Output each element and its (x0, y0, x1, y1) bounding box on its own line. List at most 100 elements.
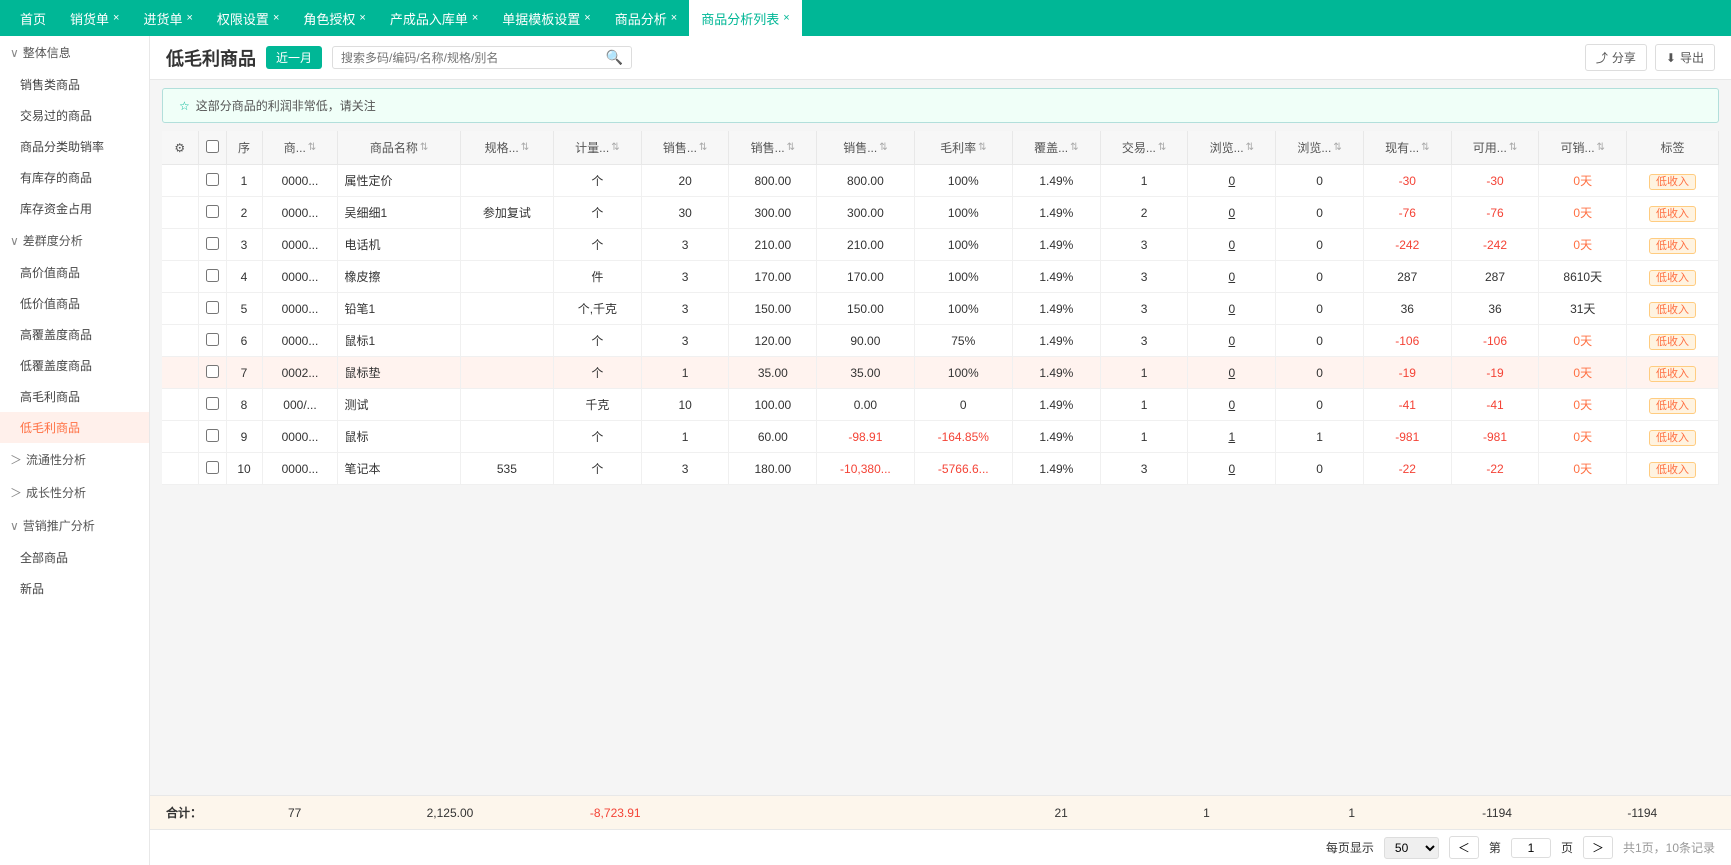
col-available[interactable]: 可用...⇅ (1451, 131, 1539, 165)
search-input[interactable] (341, 51, 606, 65)
nav-analysis[interactable]: 商品分析 × (603, 0, 689, 36)
nav-permission-close[interactable]: × (273, 12, 279, 24)
row-checkbox[interactable] (198, 197, 226, 229)
sort-icon-coverage[interactable]: ⇅ (1070, 142, 1078, 153)
nav-sales-close[interactable]: × (113, 12, 119, 24)
prev-page-button[interactable]: ＜ (1449, 836, 1479, 859)
sidebar-item-in-stock[interactable]: 有库存的商品 (0, 162, 149, 193)
row-view1[interactable]: 0 (1188, 453, 1276, 485)
page-number-input[interactable] (1511, 838, 1551, 858)
nav-role[interactable]: 角色授权 × (291, 0, 377, 36)
row-checkbox[interactable] (198, 421, 226, 453)
row-view1[interactable]: 1 (1188, 421, 1276, 453)
sort-icon-profit[interactable]: ⇅ (879, 142, 887, 153)
sidebar-item-low-value[interactable]: 低价值商品 (0, 288, 149, 319)
nav-product-in-close[interactable]: × (472, 12, 478, 24)
col-coverage[interactable]: 覆盖...⇅ (1012, 131, 1100, 165)
nav-sales[interactable]: 销货单 × (58, 0, 131, 36)
row-name[interactable]: 测试 (338, 389, 460, 421)
col-amount[interactable]: 销售...⇅ (729, 131, 817, 165)
sidebar-group-overall[interactable]: ∨ 整体信息 (0, 36, 149, 69)
sidebar-item-high-margin[interactable]: 高毛利商品 (0, 381, 149, 412)
date-filter-button[interactable]: 近一月 (266, 46, 322, 69)
row-name[interactable]: 鼠标垫 (338, 357, 460, 389)
col-view2[interactable]: 浏览...⇅ (1276, 131, 1364, 165)
row-name[interactable]: 橡皮擦 (338, 261, 460, 293)
col-trade[interactable]: 交易...⇅ (1100, 131, 1188, 165)
row-checkbox[interactable] (198, 389, 226, 421)
col-checkbox-all[interactable] (198, 131, 226, 165)
sort-icon-unit[interactable]: ⇅ (611, 142, 619, 153)
table-container[interactable]: ⚙ 序 商...⇅ 商品名称⇅ 规格...⇅ 计量...⇅ 销售...⇅ 销售.… (150, 131, 1731, 795)
sidebar-group-diff-analysis[interactable]: ∨ 差群度分析 (0, 224, 149, 257)
col-spec[interactable]: 规格...⇅ (460, 131, 553, 165)
col-current[interactable]: 现有...⇅ (1363, 131, 1451, 165)
row-name[interactable]: 鼠标1 (338, 325, 460, 357)
sidebar-item-high-coverage[interactable]: 高覆盖度商品 (0, 319, 149, 350)
nav-template-close[interactable]: × (584, 12, 590, 24)
sidebar-group-growth[interactable]: ＞ 成长性分析 (0, 476, 149, 509)
row-checkbox[interactable] (198, 261, 226, 293)
row-name[interactable]: 鼠标 (338, 421, 460, 453)
sidebar-group-flow[interactable]: ＞ 流通性分析 (0, 443, 149, 476)
sort-icon-qty[interactable]: ⇅ (699, 142, 707, 153)
sidebar-item-new-goods[interactable]: 新品 (0, 573, 149, 604)
col-profit[interactable]: 销售...⇅ (817, 131, 914, 165)
row-checkbox[interactable] (198, 165, 226, 197)
share-button[interactable]: ⤴ 分享 (1585, 44, 1647, 71)
row-view1[interactable]: 0 (1188, 389, 1276, 421)
nav-permission[interactable]: 权限设置 × (205, 0, 291, 36)
col-code[interactable]: 商...⇅ (262, 131, 338, 165)
sidebar-item-traded-goods[interactable]: 交易过的商品 (0, 100, 149, 131)
sort-icon-code[interactable]: ⇅ (308, 142, 316, 153)
sidebar-item-low-coverage[interactable]: 低覆盖度商品 (0, 350, 149, 381)
row-name[interactable]: 铅笔1 (338, 293, 460, 325)
next-page-button[interactable]: ＞ (1583, 836, 1613, 859)
row-view1[interactable]: 0 (1188, 197, 1276, 229)
sidebar-item-high-value[interactable]: 高价值商品 (0, 257, 149, 288)
sort-icon-spec[interactable]: ⇅ (521, 142, 529, 153)
sort-icon-current[interactable]: ⇅ (1421, 142, 1429, 153)
sort-icon-view1[interactable]: ⇅ (1246, 142, 1254, 153)
col-saleable[interactable]: 可销...⇅ (1539, 131, 1627, 165)
col-view1[interactable]: 浏览...⇅ (1188, 131, 1276, 165)
row-view1[interactable]: 0 (1188, 261, 1276, 293)
page-size-select[interactable]: 50 100 200 (1384, 837, 1439, 859)
sidebar-item-all-goods[interactable]: 全部商品 (0, 542, 149, 573)
sort-icon-available[interactable]: ⇅ (1509, 142, 1517, 153)
row-view1[interactable]: 0 (1188, 357, 1276, 389)
nav-home[interactable]: 首页 (8, 0, 58, 36)
settings-icon[interactable]: ⚙ (174, 141, 185, 155)
row-name[interactable]: 笔记本 (338, 453, 460, 485)
col-settings[interactable]: ⚙ (162, 131, 198, 165)
sort-icon-saleable[interactable]: ⇅ (1597, 142, 1605, 153)
sidebar-item-category-rate[interactable]: 商品分类助销率 (0, 131, 149, 162)
sort-icon-amount[interactable]: ⇅ (787, 142, 795, 153)
export-button[interactable]: ⬇ 导出 (1655, 44, 1715, 71)
nav-analysis-list-close[interactable]: × (783, 12, 789, 24)
row-view1[interactable]: 0 (1188, 293, 1276, 325)
col-margin[interactable]: 毛利率⇅ (914, 131, 1012, 165)
row-name[interactable]: 属性定价 (338, 165, 460, 197)
row-checkbox[interactable] (198, 325, 226, 357)
select-all-checkbox[interactable] (206, 140, 219, 153)
sidebar-group-marketing[interactable]: ∨ 营销推广分析 (0, 509, 149, 542)
sort-icon-trade[interactable]: ⇅ (1158, 142, 1166, 153)
sidebar-item-low-margin[interactable]: 低毛利商品 (0, 412, 149, 443)
col-qty[interactable]: 销售...⇅ (641, 131, 729, 165)
sort-icon-name[interactable]: ⇅ (420, 142, 428, 153)
row-name[interactable]: 吴细细1 (338, 197, 460, 229)
sidebar-item-sales-goods[interactable]: 销售类商品 (0, 69, 149, 100)
row-checkbox[interactable] (198, 293, 226, 325)
nav-analysis-list[interactable]: 商品分析列表 × (689, 0, 801, 36)
sort-icon-margin[interactable]: ⇅ (978, 142, 986, 153)
row-view1[interactable]: 0 (1188, 325, 1276, 357)
nav-product-in[interactable]: 产成品入库单 × (378, 0, 490, 36)
row-checkbox[interactable] (198, 229, 226, 261)
col-name[interactable]: 商品名称⇅ (338, 131, 460, 165)
col-unit[interactable]: 计量...⇅ (554, 131, 642, 165)
row-view1[interactable]: 0 (1188, 165, 1276, 197)
search-icon[interactable]: 🔍 (606, 49, 623, 66)
row-checkbox[interactable] (198, 357, 226, 389)
nav-analysis-close[interactable]: × (671, 12, 677, 24)
